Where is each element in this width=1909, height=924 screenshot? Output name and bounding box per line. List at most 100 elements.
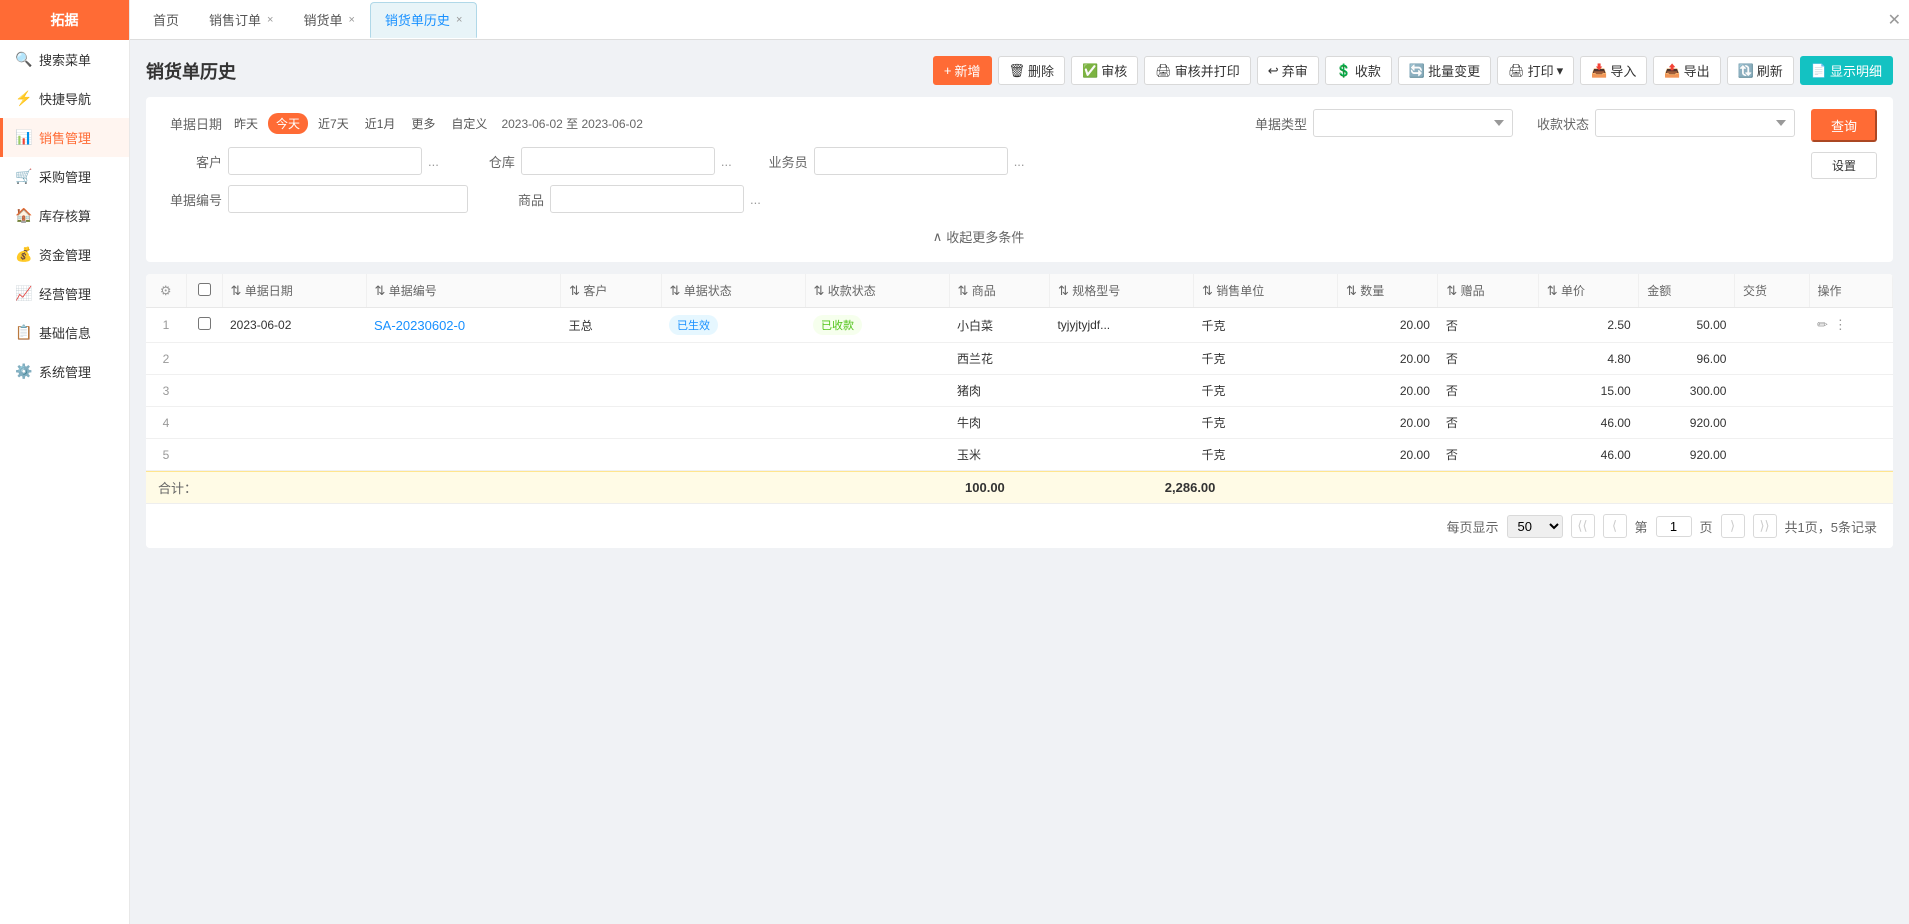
th-date[interactable]: ⇅ 单据日期 [222,274,366,308]
th-spec[interactable]: ⇅ 规格型号 [1049,274,1193,308]
tab-sales-order[interactable]: 销售订单 × [194,2,288,38]
tab-sales-history-label: 销货单历史 [385,10,450,29]
cell-checkbox[interactable] [186,407,222,439]
cell-gift: 否 [1438,439,1538,471]
warehouse-input[interactable] [521,147,715,175]
tab-sales-delivery[interactable]: 销货单 × [288,2,369,38]
warehouse-picker-icon[interactable]: ... [721,154,732,169]
tab-sales-history-close[interactable]: × [456,14,462,26]
print-icon: 🖨 [1508,63,1525,79]
docno-input[interactable] [228,185,468,213]
doc-type-select[interactable] [1313,109,1513,137]
export-button[interactable]: 📤 导出 [1653,56,1720,85]
th-goods[interactable]: ⇅ 商品 [949,274,1049,308]
sidebar-item-operation[interactable]: 📈 经营管理 [0,274,129,313]
th-trade[interactable]: 交货 [1734,274,1809,308]
close-all-tabs-icon[interactable]: ✕ [1888,12,1901,29]
sidebar-item-sales[interactable]: 📊 销售管理 [0,118,129,157]
th-gift[interactable]: ⇅ 赠品 [1438,274,1538,308]
sidebar-item-purchase[interactable]: 🛒 采购管理 [0,157,129,196]
goods-picker-icon[interactable]: ... [750,192,761,207]
docno-link[interactable]: SA-20230602-0 [374,318,465,333]
page-first-btn[interactable]: ⟨⟨ [1571,514,1595,538]
more-actions-icon[interactable]: ⋮ [1834,317,1847,333]
date-today[interactable]: 今天 [268,113,308,134]
th-unit[interactable]: ⇅ 销售单位 [1193,274,1337,308]
th-collect-status[interactable]: ⇅ 收款状态 [805,274,949,308]
th-customer[interactable]: ⇅ 客户 [561,274,661,308]
date-yesterday[interactable]: 昨天 [228,113,264,134]
edit-icon[interactable]: ✏ [1817,317,1828,333]
date-more[interactable]: 更多 [405,113,441,134]
page-next-btn[interactable]: ⟩ [1721,514,1745,538]
batch-change-button[interactable]: 🔄 批量变更 [1398,56,1491,85]
th-checkbox[interactable] [186,274,222,308]
date-range: 2023-06-02 至 2023-06-02 [501,115,642,132]
customer-input[interactable] [228,147,422,175]
data-table: ⚙ ⇅ 单据日期 ⇅ 单据编号 ⇅ 客户 ⇅ 单据状态 ⇅ 收款状态 ⇅ 商品 … [146,274,1893,471]
sidebar-item-quick[interactable]: ⚡ 快捷导航 [0,79,129,118]
customer-label: 客户 [162,152,222,171]
salesman-picker-icon[interactable]: ... [1014,154,1025,169]
th-gear[interactable]: ⚙ [146,274,186,308]
sidebar-item-basic[interactable]: 📋 基础信息 [0,313,129,352]
sidebar-item-system[interactable]: ⚙️ 系统管理 [0,352,129,391]
cell-checkbox[interactable] [186,439,222,471]
refresh-button[interactable]: 🔃 刷新 [1727,56,1794,85]
page-prev-btn[interactable]: ⟨ [1603,514,1627,538]
cell-unit: 千克 [1193,439,1337,471]
audit-button[interactable]: ✅ 审核 [1071,56,1138,85]
settings-button[interactable]: 设置 [1811,152,1877,179]
collect-status-select[interactable] [1595,109,1795,137]
sort-doc-status-icon: ⇅ [670,283,681,298]
show-detail-button[interactable]: 📄 显示明细 [1800,56,1893,85]
tab-sales-order-close[interactable]: × [267,14,273,26]
cell-checkbox[interactable] [186,343,222,375]
tab-home[interactable]: 首页 [138,2,194,38]
tab-sales-history[interactable]: 销货单历史 × [370,2,477,38]
row-checkbox[interactable] [198,317,211,330]
table-body: 12023-06-02SA-20230602-0王总已生效已收款小白菜tyjyj… [146,308,1893,471]
import-button[interactable]: 📥 导入 [1580,56,1647,85]
collapse-filter-btn[interactable]: ∧ 收起更多条件 [933,223,1025,250]
goods-input[interactable] [550,185,744,213]
date-1month[interactable]: 近1月 [359,113,402,134]
query-button[interactable]: 查询 [1811,109,1877,142]
th-qty[interactable]: ⇅ 数量 [1337,274,1437,308]
sidebar-item-inventory[interactable]: 🏠 库存核算 [0,196,129,235]
filter-warehouse: 仓库 ... [455,147,732,175]
import-icon: 📥 [1591,63,1607,79]
th-docno[interactable]: ⇅ 单据编号 [366,274,561,308]
date-custom[interactable]: 自定义 [445,113,493,134]
tab-sales-delivery-close[interactable]: × [348,14,354,26]
doc-status-badge: 已生效 [669,315,718,335]
th-price[interactable]: ⇅ 单价 [1538,274,1638,308]
abandon-button[interactable]: ↩ 弃审 [1257,56,1319,85]
date-7days[interactable]: 近7天 [312,113,355,134]
cell-checkbox[interactable] [186,308,222,343]
data-table-container: ⚙ ⇅ 单据日期 ⇅ 单据编号 ⇅ 客户 ⇅ 单据状态 ⇅ 收款状态 ⇅ 商品 … [146,274,1893,548]
page-last-btn[interactable]: ⟩⟩ [1753,514,1777,538]
finance-icon: 💰 [15,246,33,264]
sort-goods-icon: ⇅ [958,283,969,298]
cell-index: 1 [146,308,186,343]
th-doc-status[interactable]: ⇅ 单据状态 [661,274,805,308]
audit-print-button[interactable]: 🖨 审核并打印 [1144,56,1251,85]
main-area: 首页 销售订单 × 销货单 × 销货单历史 × ✕ 销货单历史 + 新增 [130,0,1909,924]
page-number-input[interactable] [1656,516,1692,537]
th-amount[interactable]: 金额 [1639,274,1735,308]
salesman-input[interactable] [814,147,1008,175]
collect-button[interactable]: 💲 收款 [1325,56,1392,85]
sidebar-item-finance[interactable]: 💰 资金管理 [0,235,129,274]
delete-button[interactable]: 🗑 删除 [998,56,1066,85]
print-button[interactable]: 🖨 打印 ▾ [1497,56,1574,85]
cell-docno: SA-20230602-0 [366,308,561,343]
page-label: 页 [1700,517,1713,536]
select-all-checkbox[interactable] [198,283,211,296]
per-page-select[interactable]: 50 100 200 [1507,515,1563,538]
total-info: 共1页，5条记录 [1785,517,1877,536]
add-button[interactable]: + 新增 [933,56,992,85]
customer-picker-icon[interactable]: ... [428,154,439,169]
cell-checkbox[interactable] [186,375,222,407]
sidebar-item-search[interactable]: 🔍 搜索菜单 [0,40,129,79]
